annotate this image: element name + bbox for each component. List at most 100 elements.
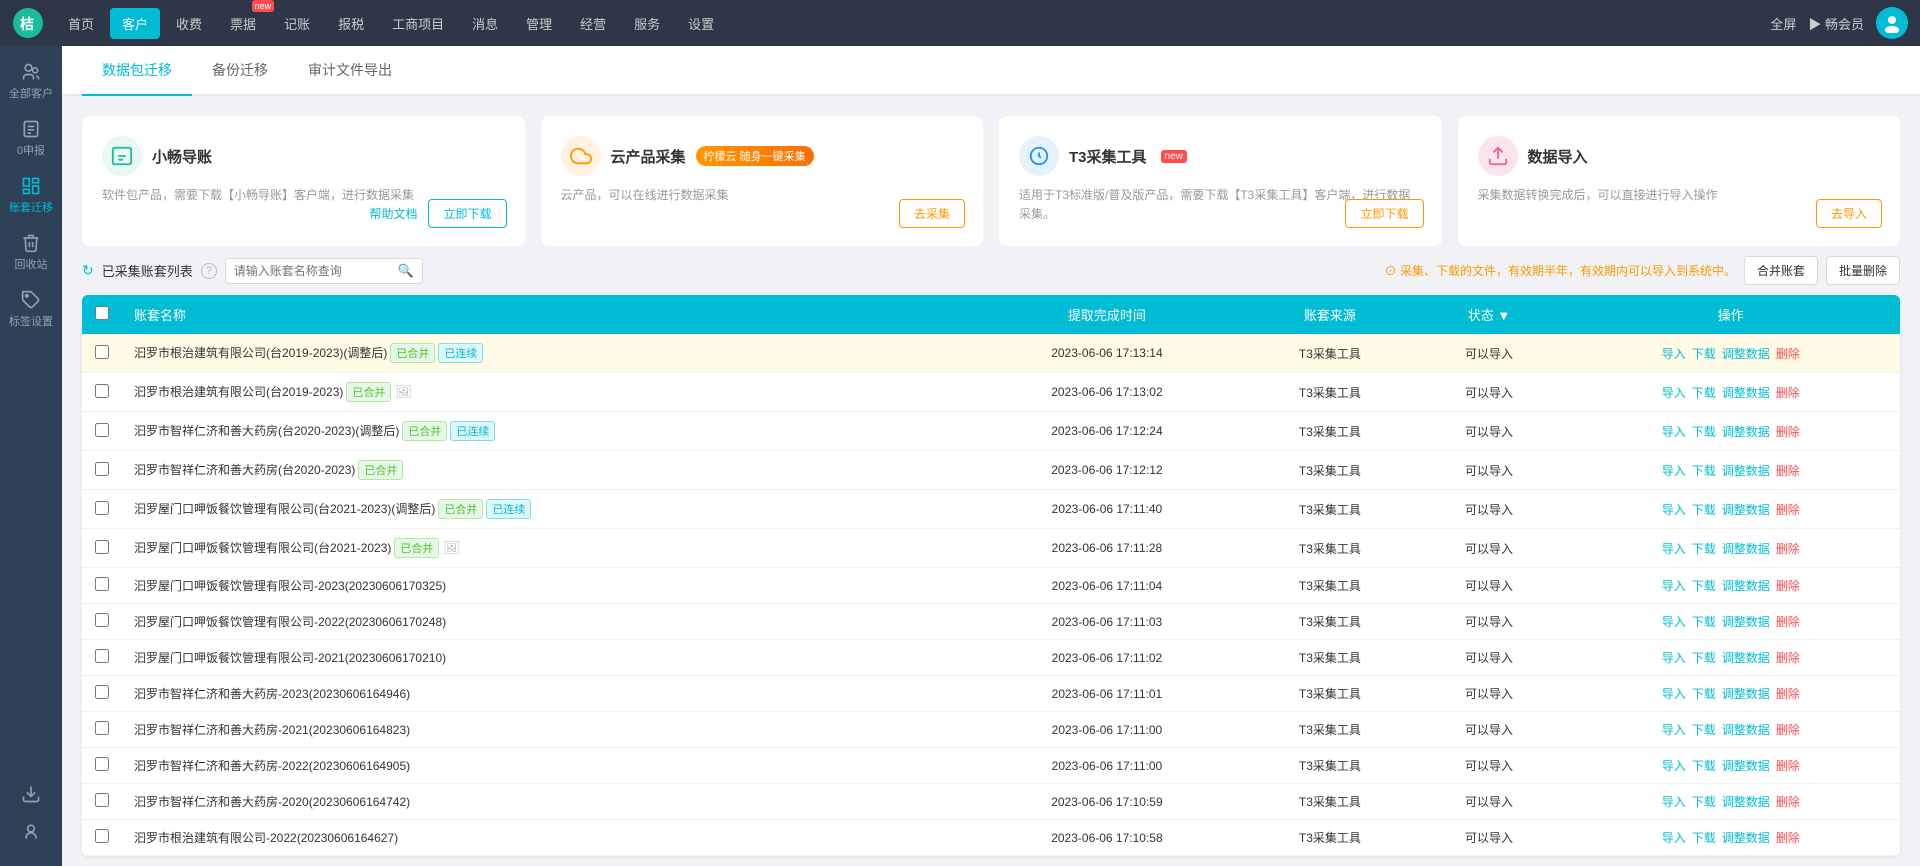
action-下载[interactable]: 下载 (1692, 579, 1716, 593)
action-导入[interactable]: 导入 (1662, 579, 1686, 593)
search-input[interactable] (234, 264, 394, 278)
action-删除[interactable]: 删除 (1776, 579, 1800, 593)
action-调整数据[interactable]: 调整数据 (1722, 386, 1770, 400)
nav-business[interactable]: 工商项目 (380, 8, 456, 39)
action-导入[interactable]: 导入 (1662, 687, 1686, 701)
tab-data-migrate[interactable]: 数据包迁移 (82, 46, 192, 96)
action-下载[interactable]: 下载 (1692, 503, 1716, 517)
sidebar-item-user-settings[interactable] (17, 814, 45, 850)
row-checkbox[interactable] (95, 721, 109, 735)
cloud-collect-btn[interactable]: 去采集 (899, 199, 965, 228)
nav-accounting[interactable]: 记账 (272, 8, 322, 39)
action-导入[interactable]: 导入 (1662, 464, 1686, 478)
action-调整数据[interactable]: 调整数据 (1722, 831, 1770, 845)
action-调整数据[interactable]: 调整数据 (1722, 651, 1770, 665)
action-导入[interactable]: 导入 (1662, 795, 1686, 809)
action-下载[interactable]: 下载 (1692, 651, 1716, 665)
action-调整数据[interactable]: 调整数据 (1722, 542, 1770, 556)
action-下载[interactable]: 下载 (1692, 615, 1716, 629)
action-调整数据[interactable]: 调整数据 (1722, 464, 1770, 478)
nav-invoice[interactable]: 票据 new (218, 8, 268, 39)
row-checkbox[interactable] (95, 384, 109, 398)
action-删除[interactable]: 删除 (1776, 687, 1800, 701)
nav-manage[interactable]: 管理 (514, 8, 564, 39)
action-下载[interactable]: 下载 (1692, 425, 1716, 439)
t3-download-btn[interactable]: 立即下载 (1345, 199, 1423, 228)
action-导入[interactable]: 导入 (1662, 542, 1686, 556)
action-下载[interactable]: 下载 (1692, 759, 1716, 773)
nav-message[interactable]: 消息 (460, 8, 510, 39)
sidebar-item-recycle[interactable]: 回收站 (0, 225, 62, 280)
nav-home[interactable]: 首页 (56, 8, 106, 39)
row-checkbox[interactable] (95, 829, 109, 843)
nav-settings[interactable]: 设置 (676, 8, 726, 39)
action-导入[interactable]: 导入 (1662, 386, 1686, 400)
action-导入[interactable]: 导入 (1662, 347, 1686, 361)
sidebar-item-tag-settings[interactable]: 标签设置 (0, 282, 62, 337)
refresh-icon[interactable]: ↻ (82, 262, 94, 279)
row-checkbox[interactable] (95, 423, 109, 437)
row-checkbox[interactable] (95, 501, 109, 515)
action-下载[interactable]: 下载 (1692, 723, 1716, 737)
action-调整数据[interactable]: 调整数据 (1722, 759, 1770, 773)
action-下载[interactable]: 下载 (1692, 687, 1716, 701)
xiaochange-help-link[interactable]: 帮助文档 (369, 205, 417, 222)
nav-customer[interactable]: 客户 (110, 8, 160, 39)
action-调整数据[interactable]: 调整数据 (1722, 347, 1770, 361)
row-checkbox[interactable] (95, 793, 109, 807)
tab-backup-migrate[interactable]: 备份迁移 (192, 46, 288, 96)
search-icon[interactable]: 🔍 (398, 263, 414, 279)
member-btn[interactable]: ▶ 畅会员 (1808, 14, 1864, 33)
action-导入[interactable]: 导入 (1662, 615, 1686, 629)
action-调整数据[interactable]: 调整数据 (1722, 579, 1770, 593)
row-checkbox[interactable] (95, 540, 109, 554)
sidebar-item-all-clients[interactable]: 全部客户 (0, 54, 62, 109)
action-导入[interactable]: 导入 (1662, 651, 1686, 665)
action-导入[interactable]: 导入 (1662, 503, 1686, 517)
action-调整数据[interactable]: 调整数据 (1722, 795, 1770, 809)
fullscreen-btn[interactable]: 全屏 (1770, 14, 1796, 33)
select-all-checkbox[interactable] (95, 306, 109, 320)
import-go-btn[interactable]: 去导入 (1816, 199, 1882, 228)
action-导入[interactable]: 导入 (1662, 831, 1686, 845)
action-下载[interactable]: 下载 (1692, 347, 1716, 361)
user-avatar[interactable] (1876, 7, 1908, 39)
th-status[interactable]: 状态 ▼ (1417, 295, 1562, 334)
nav-service[interactable]: 服务 (622, 8, 672, 39)
action-删除[interactable]: 删除 (1776, 795, 1800, 809)
action-导入[interactable]: 导入 (1662, 723, 1686, 737)
action-调整数据[interactable]: 调整数据 (1722, 503, 1770, 517)
action-下载[interactable]: 下载 (1692, 542, 1716, 556)
action-删除[interactable]: 删除 (1776, 542, 1800, 556)
action-导入[interactable]: 导入 (1662, 759, 1686, 773)
row-checkbox[interactable] (95, 613, 109, 627)
action-下载[interactable]: 下载 (1692, 831, 1716, 845)
action-删除[interactable]: 删除 (1776, 651, 1800, 665)
action-调整数据[interactable]: 调整数据 (1722, 723, 1770, 737)
merge-account-btn[interactable]: 合并账套 (1744, 256, 1818, 285)
action-删除[interactable]: 删除 (1776, 759, 1800, 773)
row-checkbox[interactable] (95, 757, 109, 771)
nav-operation[interactable]: 经营 (568, 8, 618, 39)
row-checkbox[interactable] (95, 462, 109, 476)
action-删除[interactable]: 删除 (1776, 386, 1800, 400)
sidebar-item-account-migrate[interactable]: 账套迁移 (0, 168, 62, 223)
tab-audit-export[interactable]: 审计文件导出 (288, 46, 412, 96)
row-checkbox[interactable] (95, 577, 109, 591)
batch-delete-btn[interactable]: 批量删除 (1826, 256, 1900, 285)
action-删除[interactable]: 删除 (1776, 723, 1800, 737)
action-下载[interactable]: 下载 (1692, 386, 1716, 400)
action-删除[interactable]: 删除 (1776, 503, 1800, 517)
row-checkbox[interactable] (95, 649, 109, 663)
xiaochange-download-btn[interactable]: 立即下载 (428, 199, 506, 228)
row-checkbox[interactable] (95, 345, 109, 359)
sidebar-item-zero-declare[interactable]: 0申报 (0, 111, 62, 166)
row-checkbox[interactable] (95, 685, 109, 699)
action-下载[interactable]: 下载 (1692, 464, 1716, 478)
action-调整数据[interactable]: 调整数据 (1722, 615, 1770, 629)
sidebar-item-download[interactable] (17, 776, 45, 812)
action-删除[interactable]: 删除 (1776, 425, 1800, 439)
action-下载[interactable]: 下载 (1692, 795, 1716, 809)
action-导入[interactable]: 导入 (1662, 425, 1686, 439)
action-删除[interactable]: 删除 (1776, 615, 1800, 629)
